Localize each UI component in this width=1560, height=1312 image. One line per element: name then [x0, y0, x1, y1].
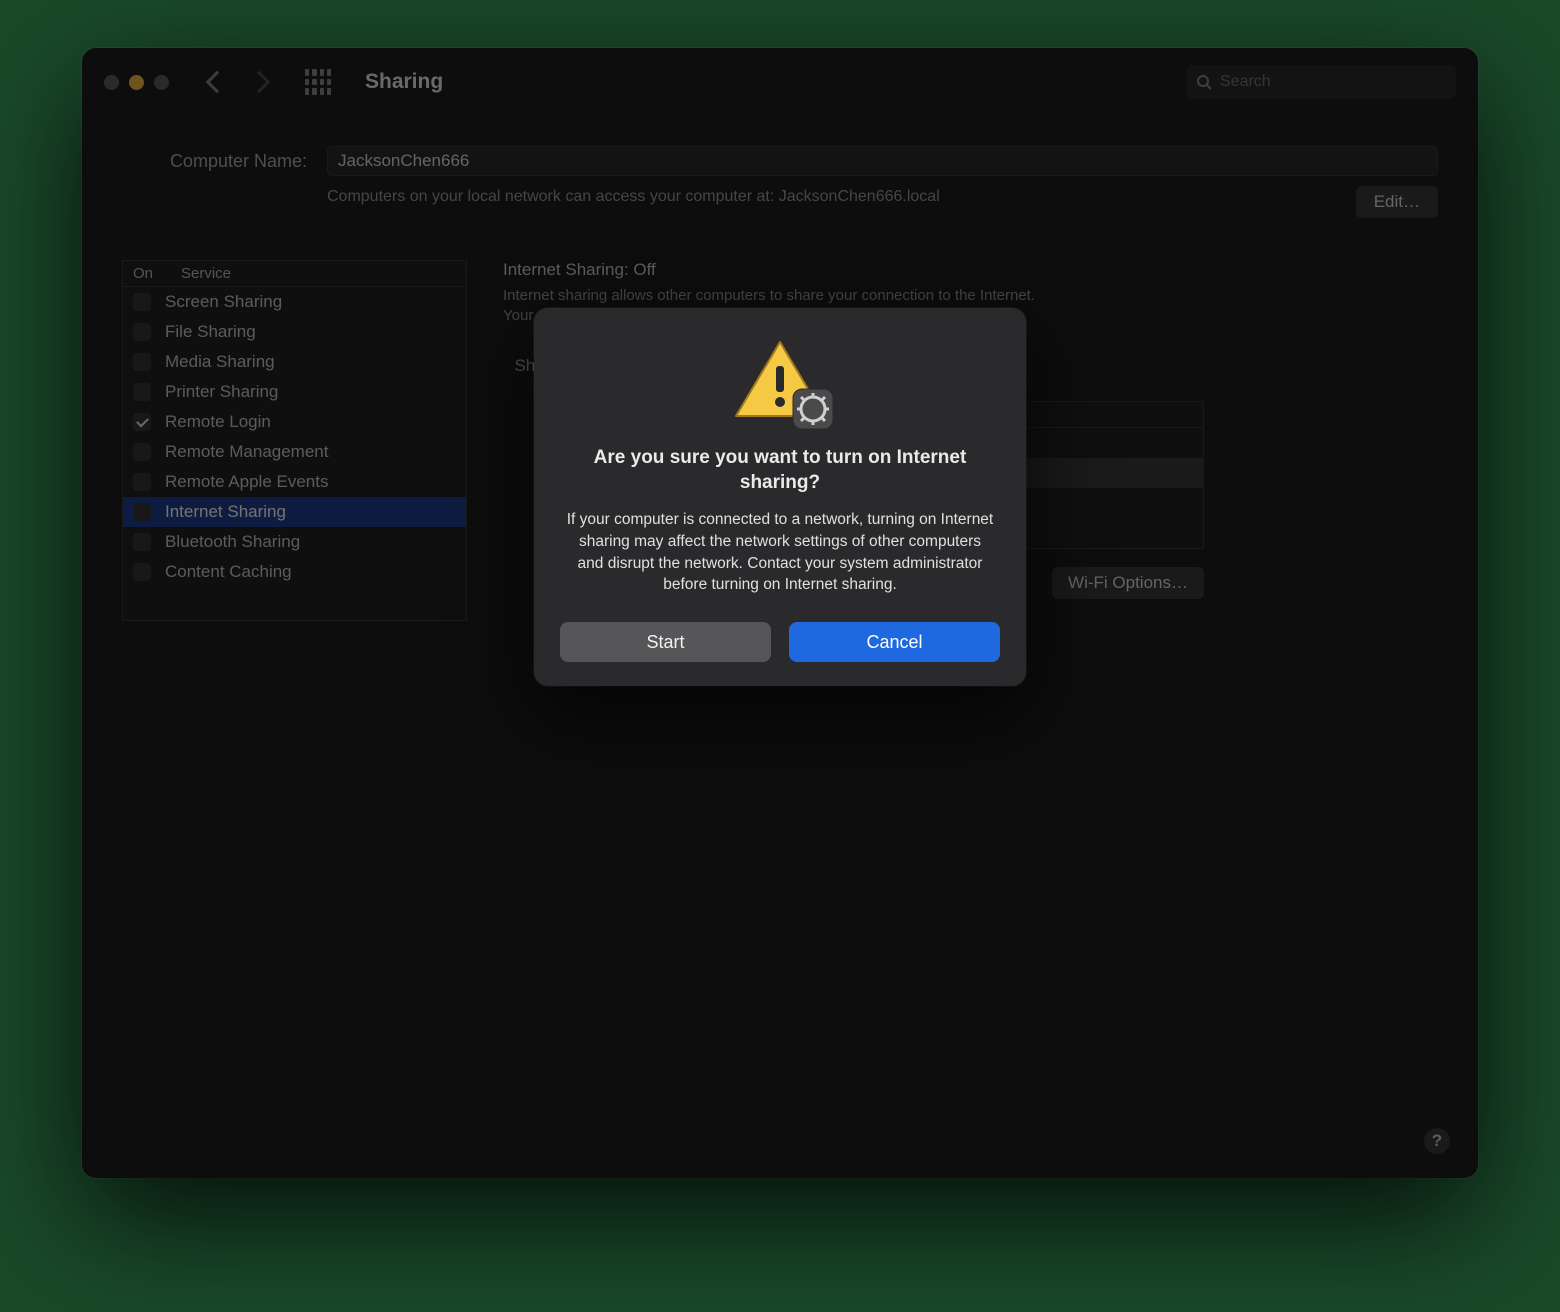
service-row[interactable]: Media Sharing: [123, 347, 466, 377]
service-row[interactable]: File Sharing: [123, 317, 466, 347]
system-preferences-badge-icon: [792, 388, 834, 430]
search-field[interactable]: [1186, 65, 1456, 99]
service-checkbox[interactable]: [133, 533, 151, 551]
services-header-service: Service: [181, 265, 231, 282]
computer-name-field[interactable]: [327, 146, 1438, 176]
services-table: On Service Screen Sharing File Sharing Med…: [122, 260, 467, 621]
service-row[interactable]: Printer Sharing: [123, 377, 466, 407]
service-checkbox[interactable]: [133, 503, 151, 521]
services-header-on: On: [133, 265, 181, 282]
dialog-body: If your computer is connected to a netwo…: [560, 509, 1000, 596]
confirm-internet-sharing-dialog: Are you sure you want to turn on Interne…: [534, 308, 1026, 686]
zoom-window-button[interactable]: [154, 75, 169, 90]
computer-name-label: Computer Name:: [122, 151, 307, 172]
service-row[interactable]: Internet Sharing: [123, 497, 466, 527]
service-status: Internet Sharing: Off: [503, 260, 1438, 280]
service-checkbox[interactable]: [133, 323, 151, 341]
service-label: Media Sharing: [165, 352, 275, 372]
service-row[interactable]: Remote Management: [123, 437, 466, 467]
window-title: Sharing: [365, 70, 443, 94]
service-row[interactable]: Remote Apple Events: [123, 467, 466, 497]
help-button[interactable]: ?: [1424, 1128, 1450, 1154]
show-all-icon[interactable]: [305, 69, 331, 95]
start-button[interactable]: Start: [560, 622, 771, 662]
service-row[interactable]: Bluetooth Sharing: [123, 527, 466, 557]
dialog-title: Are you sure you want to turn on Interne…: [560, 446, 1000, 495]
close-window-button[interactable]: [104, 75, 119, 90]
service-label: Content Caching: [165, 562, 292, 582]
back-button[interactable]: [206, 71, 229, 94]
service-label: Printer Sharing: [165, 382, 278, 402]
service-label: Remote Login: [165, 412, 271, 432]
warning-icon: [730, 336, 830, 426]
service-checkbox[interactable]: [133, 563, 151, 581]
forward-button[interactable]: [248, 71, 271, 94]
edit-hostname-button[interactable]: Edit…: [1356, 186, 1438, 218]
preferences-window: Sharing Computer Name: Computers on your…: [82, 48, 1478, 1178]
service-row[interactable]: Remote Login: [123, 407, 466, 437]
service-label: File Sharing: [165, 322, 256, 342]
computer-name-description: Computers on your local network can acce…: [327, 186, 947, 208]
services-header: On Service: [123, 261, 466, 287]
service-checkbox[interactable]: [133, 473, 151, 491]
service-checkbox[interactable]: [133, 353, 151, 371]
service-label: Remote Apple Events: [165, 472, 328, 492]
service-checkbox[interactable]: [133, 293, 151, 311]
wifi-options-button[interactable]: Wi-Fi Options…: [1052, 567, 1204, 599]
service-row[interactable]: Content Caching: [123, 557, 466, 587]
toolbar: Sharing: [82, 48, 1478, 116]
window-controls: [104, 75, 169, 90]
cancel-button[interactable]: Cancel: [789, 622, 1000, 662]
service-checkbox[interactable]: [133, 383, 151, 401]
search-input[interactable]: [1220, 73, 1446, 91]
service-checkbox[interactable]: [133, 413, 151, 431]
service-label: Remote Management: [165, 442, 328, 462]
service-label: Screen Sharing: [165, 292, 282, 312]
service-label: Bluetooth Sharing: [165, 532, 300, 552]
service-row[interactable]: Screen Sharing: [123, 287, 466, 317]
nav-buttons: [209, 74, 267, 90]
service-checkbox[interactable]: [133, 443, 151, 461]
search-icon: [1196, 74, 1212, 90]
service-label: Internet Sharing: [165, 502, 286, 522]
minimize-window-button[interactable]: [129, 75, 144, 90]
